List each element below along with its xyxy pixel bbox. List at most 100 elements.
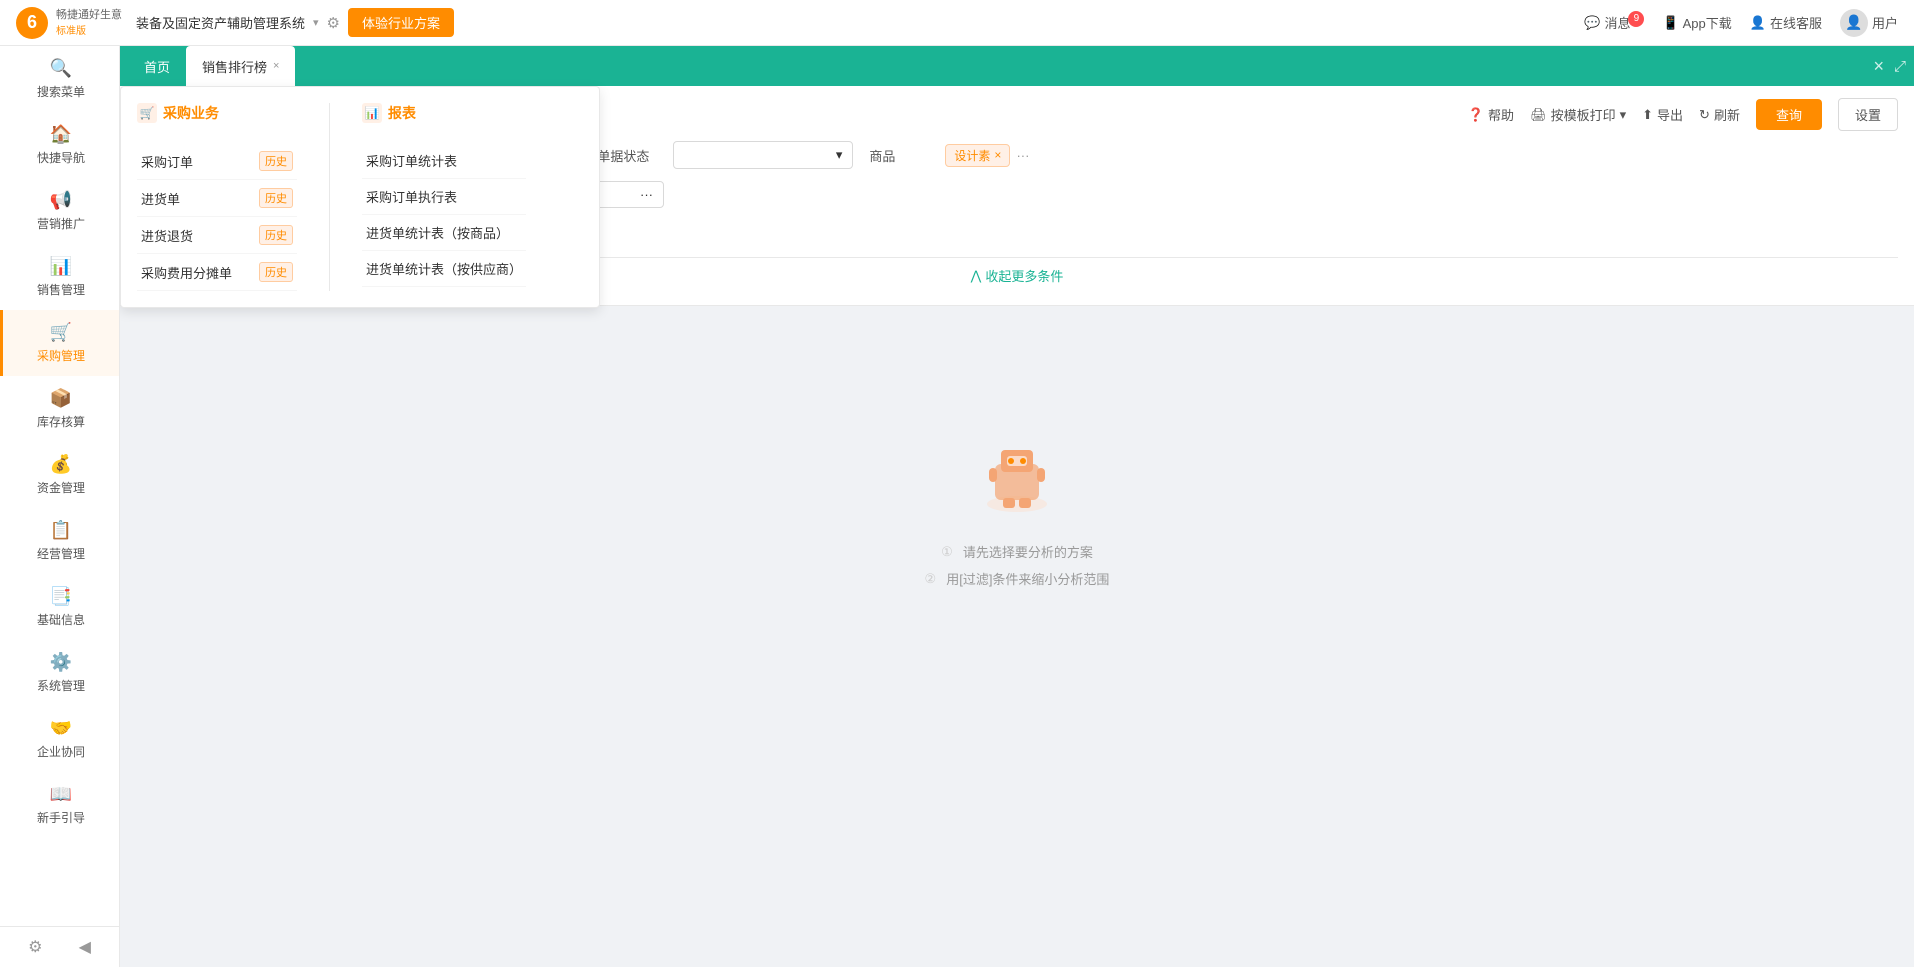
operations-icon: 📋: [50, 520, 72, 541]
help-label: 帮助: [1488, 105, 1514, 124]
menu-item-purchase-expense[interactable]: 采购费用分摊单 历史: [137, 254, 297, 291]
voucher-status-dropdown: ▾: [836, 147, 843, 163]
sidebar-collapse-icon[interactable]: ◀: [79, 937, 91, 957]
voucher-status-label: 单据状态: [597, 146, 657, 165]
menu-item-receipt-stats-supplier[interactable]: 进货单统计表（按供应商）: [362, 251, 526, 287]
tab-expand-icon[interactable]: ⤢: [1894, 58, 1906, 75]
help-icon: ❓: [1468, 107, 1484, 123]
purchase-icon: 🛒: [50, 322, 72, 343]
goods-tag-close[interactable]: ×: [994, 148, 1001, 162]
system-dropdown-arrow[interactable]: ▾: [313, 16, 319, 29]
sidebar-item-inventory[interactable]: 📦 库存核算: [0, 376, 119, 442]
sidebar-item-search[interactable]: 🔍 搜索菜单: [0, 46, 119, 112]
basic-icon: 📑: [50, 586, 72, 607]
enterprise-icon: 🤝: [50, 718, 72, 739]
purchase-dropdown-menu: 🛒 采购业务 采购订单 历史 进货单 历史 进货退货 历史: [120, 86, 600, 308]
service-label: 在线客服: [1770, 13, 1822, 32]
sidebar-item-sales[interactable]: 📊 销售管理: [0, 244, 119, 310]
goods-more-icon[interactable]: ···: [1016, 148, 1029, 163]
message-icon: 💬: [1584, 15, 1600, 31]
sidebar-item-guide[interactable]: 📖 新手引导: [0, 772, 119, 838]
inventory-icon: 📦: [50, 388, 72, 409]
sidebar-label-quicknav: 快捷导航: [37, 149, 85, 166]
print-dropdown-icon[interactable]: ▾: [1620, 107, 1627, 123]
help-action[interactable]: ❓ 帮助: [1468, 105, 1514, 124]
tab-home[interactable]: 首页: [128, 46, 186, 86]
home-tab-label: 首页: [144, 57, 170, 76]
settings-icon[interactable]: ⚙: [327, 14, 340, 32]
message-label: 消息: [1604, 13, 1630, 32]
report-section-title: 📊 报表: [362, 103, 526, 131]
report-section-icon: 📊: [362, 103, 382, 123]
sidebar-label-basic: 基础信息: [37, 611, 85, 628]
mobile-icon: 📱: [1662, 15, 1678, 31]
sidebar-item-marketing[interactable]: 📢 营销推广: [0, 178, 119, 244]
menu-section-purchase: 🛒 采购业务 采购订单 历史 进货单 历史 进货退货 历史: [137, 103, 297, 291]
purchase-section-label: 采购业务: [163, 103, 219, 123]
query-button[interactable]: 查询: [1756, 99, 1822, 130]
menu-item-purchase-order[interactable]: 采购订单 历史: [137, 143, 297, 180]
logo-icon: 6: [16, 7, 48, 39]
print-icon: 🖨: [1530, 107, 1547, 123]
sidebar-item-enterprise[interactable]: 🤝 企业协同: [0, 706, 119, 772]
logo-name: 畅捷通好生意: [56, 8, 122, 22]
tab-close-icon[interactable]: ×: [273, 60, 279, 72]
user-avatar: 👤: [1840, 9, 1868, 37]
refresh-action[interactable]: ↻ 刷新: [1699, 105, 1740, 124]
marketing-icon: 📢: [50, 190, 72, 211]
sidebar-label-marketing: 营销推广: [37, 215, 85, 232]
sidebar-item-operations[interactable]: 📋 经营管理: [0, 508, 119, 574]
sidebar-item-system[interactable]: ⚙️ 系统管理: [0, 640, 119, 706]
menu-item-po-stats[interactable]: 采购订单统计表: [362, 143, 526, 179]
goods-label: 商品: [869, 146, 929, 165]
salesman-more-icon[interactable]: ···: [640, 187, 653, 202]
print-action[interactable]: 🖨 按模板打印 ▾: [1530, 105, 1626, 124]
industry-button[interactable]: 体验行业方案: [348, 8, 454, 37]
online-service-action[interactable]: 👤 在线客服: [1750, 13, 1822, 32]
print-label: 按模板打印: [1551, 105, 1616, 124]
topbar: 6 畅捷通好生意 标准版 装备及固定资产辅助管理系统 ▾ ⚙ 体验行业方案 💬 …: [0, 0, 1914, 46]
search-icon: 🔍: [50, 58, 72, 79]
sidebar-item-finance[interactable]: 💰 资金管理: [0, 442, 119, 508]
user-action[interactable]: 👤 用户: [1840, 9, 1898, 37]
system-title: 装备及固定资产辅助管理系统: [136, 13, 305, 32]
message-badge: 9: [1628, 11, 1644, 27]
sidebar-item-purchase[interactable]: 🛒 采购管理: [0, 310, 119, 376]
menu-item-po-exec[interactable]: 采购订单执行表: [362, 179, 526, 215]
sidebar-settings-icon[interactable]: ⚙: [28, 937, 42, 957]
tab-sales-rank[interactable]: 销售排行榜 ×: [186, 46, 295, 86]
export-label: 导出: [1657, 105, 1683, 124]
collapse-up-icon: ⋀: [971, 268, 982, 284]
sales-icon: 📊: [50, 256, 72, 277]
app-download-action[interactable]: 📱 App下载: [1662, 13, 1731, 32]
logo-area: 6 畅捷通好生意 标准版: [16, 7, 136, 39]
sales-rank-tab-label: 销售排行榜: [202, 57, 267, 76]
app-label: App下载: [1683, 13, 1732, 32]
tabbar: 首页 销售排行榜 × × ⤢ 🛒 采购业务 采: [120, 46, 1914, 86]
menu-divider: [329, 103, 330, 291]
menu-item-goods-receipt[interactable]: 进货单 历史: [137, 180, 297, 217]
export-action[interactable]: ⬆ 导出: [1642, 105, 1683, 124]
sidebar-label-inventory: 库存核算: [37, 413, 85, 430]
sidebar-item-quicknav[interactable]: 🏠 快捷导航: [0, 112, 119, 178]
sidebar-label-operations: 经营管理: [37, 545, 85, 562]
layout: 🔍 搜索菜单 🏠 快捷导航 📢 营销推广 📊 销售管理 🛒 采购管理 📦 库存核…: [0, 0, 1914, 967]
tabbar-right: × ⤢: [1873, 56, 1906, 77]
history-badge-3: 历史: [259, 262, 293, 282]
guide-icon: 📖: [50, 784, 72, 805]
sidebar-label-finance: 资金管理: [37, 479, 85, 496]
logo-badge: 标准版: [56, 22, 122, 37]
collapse-label: 收起更多条件: [985, 266, 1063, 285]
sidebar-item-basic[interactable]: 📑 基础信息: [0, 574, 119, 640]
tab-close-window-icon[interactable]: ×: [1873, 56, 1884, 77]
messages-action[interactable]: 💬 消息 9: [1584, 13, 1644, 32]
report-section-label: 报表: [388, 103, 416, 123]
home-icon: 🏠: [50, 124, 72, 145]
menu-item-receipt-stats-goods[interactable]: 进货单统计表（按商品）: [362, 215, 526, 251]
menu-item-goods-return[interactable]: 进货退货 历史: [137, 217, 297, 254]
voucher-status-select[interactable]: ▾: [673, 141, 853, 169]
topbar-right: 💬 消息 9 📱 App下载 👤 在线客服 👤 用户: [1584, 9, 1898, 37]
empty-illustration: [967, 424, 1067, 524]
set-button[interactable]: 设置: [1838, 98, 1898, 131]
sidebar-label-enterprise: 企业协同: [37, 743, 85, 760]
